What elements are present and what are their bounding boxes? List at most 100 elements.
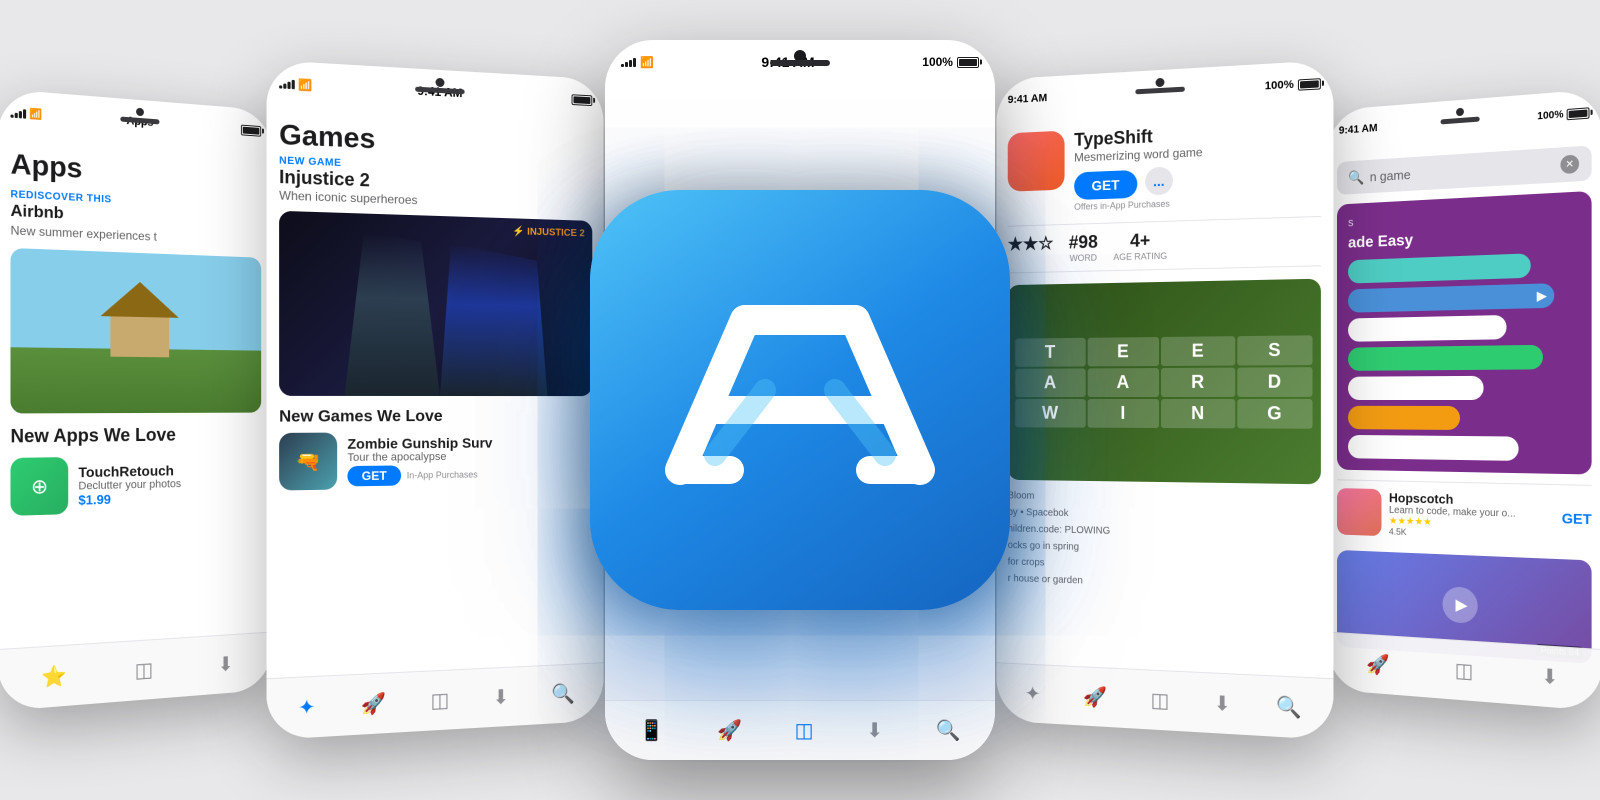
battery-left2: [572, 94, 593, 106]
signal-bars-center: [621, 57, 636, 67]
word-cell-E2: E: [1161, 336, 1235, 366]
search-bar-right1[interactable]: 🔍 n game ✕: [1337, 145, 1592, 195]
games-screen: Games NEW GAME Injustice 2 When iconic s…: [267, 105, 604, 740]
game-subtitle: ade Easy: [1348, 225, 1579, 253]
tab-featured-left1[interactable]: ⭐: [42, 663, 67, 690]
tab-download-left2[interactable]: ⬇: [493, 685, 509, 711]
arrow-icon-blue: ▶: [1537, 288, 1546, 303]
typeshift-get-button[interactable]: GET: [1074, 170, 1137, 200]
new-games-section: New Games We Love: [279, 408, 592, 427]
search-icon-right1: 🔍: [1348, 169, 1364, 187]
rank-rating: #98 Word: [1069, 232, 1098, 263]
c-bar1: [621, 64, 624, 67]
game-bar-orange: [1348, 406, 1460, 430]
tab-rocket-left2[interactable]: 🚀: [361, 691, 386, 718]
tab-download-center[interactable]: ⬇: [866, 718, 883, 743]
bar1: [279, 85, 282, 88]
zombie-get-button[interactable]: GET: [347, 465, 400, 486]
word-cell-N: N: [1161, 398, 1235, 427]
tab-featured-left2[interactable]: ✦: [298, 694, 315, 721]
word-cell-G: G: [1237, 398, 1313, 428]
search-icon-right2: 🔍: [1276, 694, 1302, 721]
typeshift-screen: TypeShift Mesmerizing word game GET ... …: [996, 105, 1333, 740]
battery-fill-left1: [243, 126, 260, 134]
layers-icon-right1: ◫: [1455, 658, 1474, 684]
layers-icon-tab: ◫: [431, 688, 450, 714]
tab-featured-right1[interactable]: 🚀: [1366, 652, 1389, 678]
bar3: [287, 82, 290, 89]
phone-left2: 📶 9:41 AM Games NEW GAME Injustice 2 Whe…: [267, 60, 604, 740]
time-right1: 9:41 AM: [1339, 122, 1378, 137]
speaker-center: [770, 60, 830, 66]
rank-category: Word: [1069, 253, 1098, 264]
word-cell-R: R: [1161, 367, 1235, 396]
tab-layers-left2[interactable]: ◫: [431, 688, 450, 714]
tab-layers-right2[interactable]: ◫: [1151, 688, 1170, 714]
time-right2: 9:41 AM: [1008, 92, 1047, 106]
tab-search-center[interactable]: 🔍: [936, 718, 961, 743]
camera-dot-left1: [136, 108, 144, 117]
word-cell-T: T: [1015, 337, 1085, 366]
phone-left1: 📶 Apps Apps REDISCOVER THIS Airbnb New s…: [0, 89, 272, 712]
hopscotch-info: Hopscotch Learn to code, make your o... …: [1389, 490, 1553, 542]
touchretouch-icon: ⊕: [10, 457, 68, 516]
battery-fill-right1: [1569, 109, 1588, 118]
battery-fill-left2: [573, 96, 590, 104]
tab-download-right2[interactable]: ⬇: [1214, 691, 1231, 717]
c-bar2: [625, 62, 628, 67]
wifi-icon-left1: 📶: [29, 108, 42, 120]
search-text: n game: [1370, 167, 1411, 184]
hopscotch-row: Hopscotch Learn to code, make your o... …: [1337, 479, 1592, 552]
rank-value: #98: [1069, 232, 1098, 254]
featured-icon-left1: ⭐: [42, 663, 67, 690]
tab-search-right2[interactable]: 🔍: [1276, 694, 1302, 721]
tab-layers-center[interactable]: ◫: [795, 718, 814, 743]
signal-left2: 📶: [279, 77, 312, 92]
signal-center: 📶: [621, 56, 654, 69]
app-store-icon-main: [590, 190, 1010, 610]
tab-featured-right2[interactable]: ✦: [1025, 681, 1041, 706]
game-bar-teal: [1348, 253, 1531, 283]
battery-area-center: 100%: [922, 55, 979, 69]
tab-bar-center: 📱 🚀 ◫ ⬇ 🔍: [605, 700, 995, 760]
c-bar3: [629, 60, 632, 67]
tab-layers-right1[interactable]: ◫: [1455, 658, 1474, 684]
tab-updates-left1[interactable]: ⬇: [218, 652, 234, 678]
tab-rocket-center[interactable]: 🚀: [717, 718, 742, 743]
star-value: ★★☆: [1008, 233, 1054, 255]
tab-categories-left1[interactable]: ◫: [135, 657, 153, 683]
center-app-content: [605, 92, 995, 116]
tab-download-right1[interactable]: ⬇: [1541, 664, 1558, 691]
layers-icon-left1: ◫: [135, 657, 153, 683]
word-grid: T E E S A A R D W I N G: [1008, 326, 1321, 436]
tab-search-left2[interactable]: 🔍: [552, 681, 576, 707]
new-apps-section-title: New Apps We Love: [10, 424, 261, 447]
touchretouch-item: ⊕ TouchRetouch Declutter your photos $1.…: [10, 454, 261, 516]
touchretouch-icon-symbol: ⊕: [31, 473, 48, 499]
game-bar-blue: ▶: [1348, 283, 1555, 313]
word-cell-A2: A: [1087, 368, 1159, 397]
typeshift-app-icon: [1008, 131, 1065, 192]
zombie-iap: In-App Purchases: [407, 470, 478, 481]
typeshift-more-button[interactable]: ...: [1145, 166, 1173, 195]
wifi-center: 📶: [640, 56, 654, 69]
ground: [10, 347, 261, 413]
search-tab-icon: 🔍: [936, 718, 961, 743]
download-icon-right1: ⬇: [1541, 664, 1558, 691]
signal-bars-left1: [10, 107, 26, 118]
c-bar4: [633, 58, 636, 67]
typeshift-iap-label: Offers in-App Purchases: [1074, 197, 1202, 211]
status-icons-right1: 100%: [1537, 107, 1589, 122]
touchretouch-info: TouchRetouch Declutter your photos $1.99: [78, 460, 261, 507]
game-bars-container: ▶: [1348, 251, 1579, 461]
game-bar-white2: [1348, 376, 1483, 400]
layers-icon-right2: ◫: [1151, 688, 1170, 714]
wifi-icon-left2: 📶: [298, 78, 312, 92]
tab-featured-center[interactable]: 📱: [639, 718, 664, 743]
tab-rocket-right2[interactable]: 🚀: [1083, 684, 1107, 710]
phone-right1: 9:41 AM 100% 🔍 n game ✕ s: [1328, 89, 1600, 712]
hopscotch-get-button[interactable]: GET: [1562, 510, 1592, 527]
signal-bar-3: [19, 111, 22, 118]
word-cell-E: E: [1087, 337, 1159, 366]
clear-icon[interactable]: ✕: [1560, 154, 1579, 174]
